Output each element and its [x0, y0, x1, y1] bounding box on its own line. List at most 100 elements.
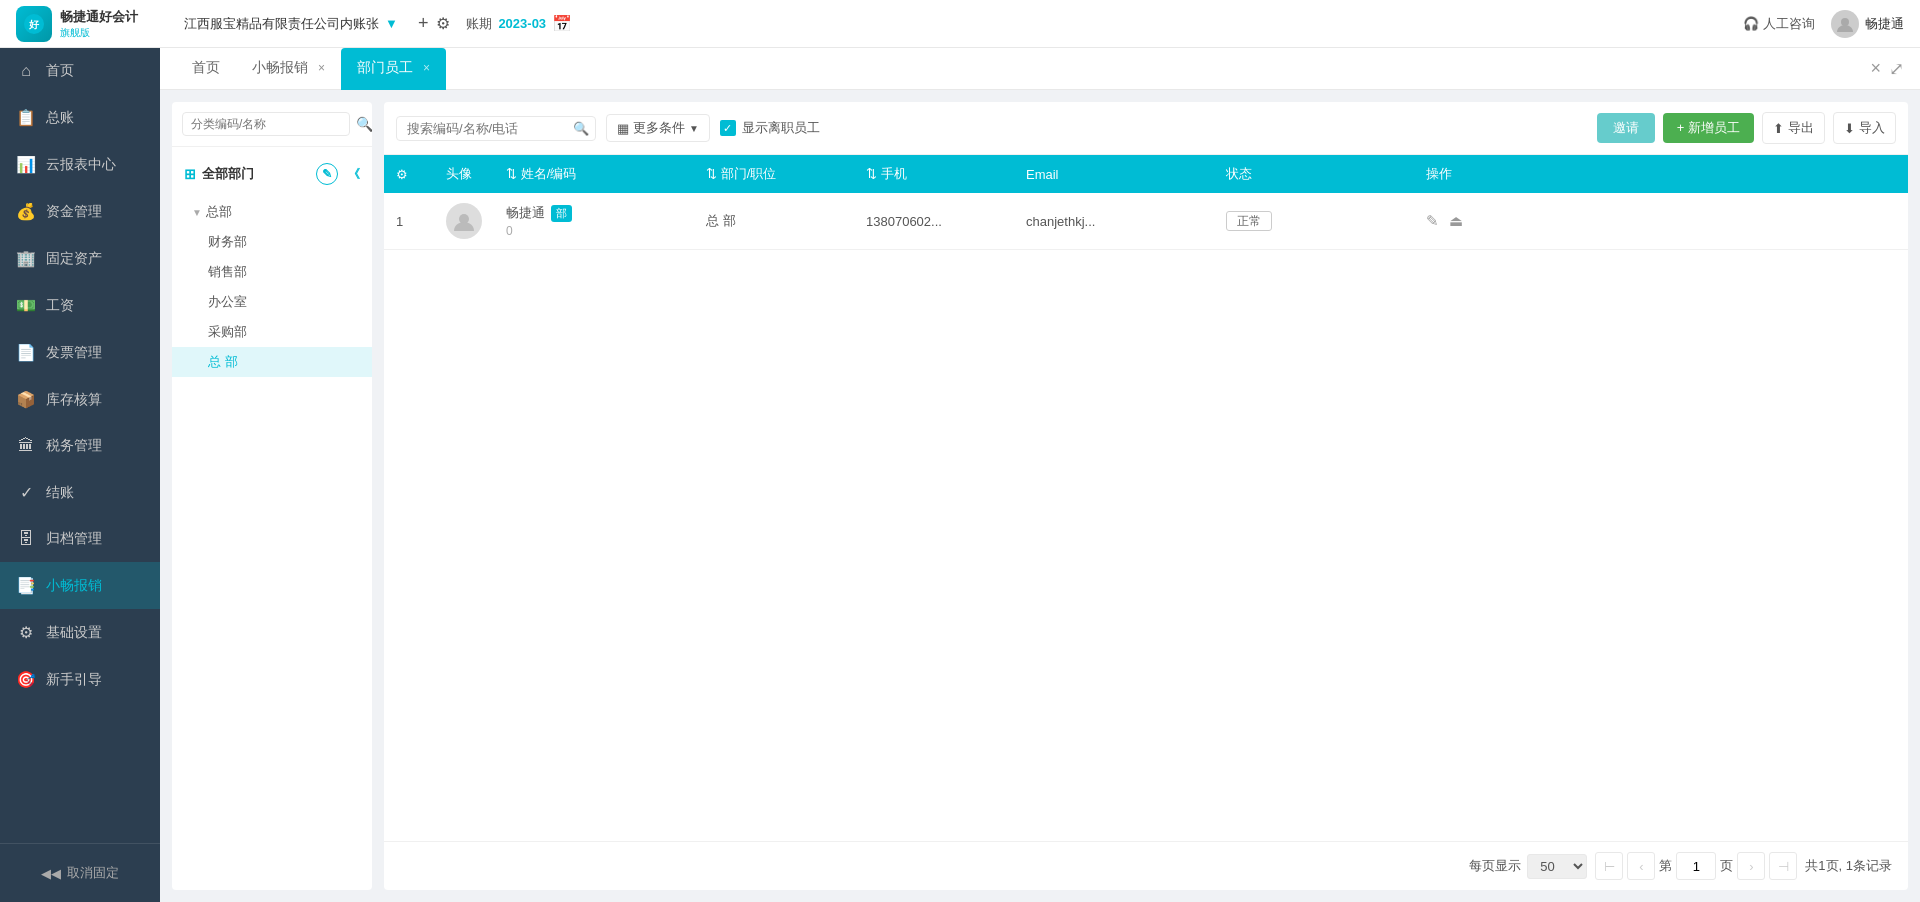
sidebar-item-guide[interactable]: 🎯 新手引导 — [0, 656, 160, 703]
search-input[interactable] — [407, 121, 567, 136]
filter-btn[interactable]: ▦ 更多条件 ▼ — [606, 114, 710, 142]
settings-icon[interactable]: ⚙ — [436, 14, 450, 33]
add-book-icon[interactable]: + — [418, 13, 429, 34]
sidebar-item-assets[interactable]: 🏢 固定资产 — [0, 235, 160, 282]
employee-dept: 总 部 — [706, 213, 736, 228]
sidebar-label-archive: 归档管理 — [46, 530, 102, 548]
export-icon: ⬆ — [1773, 121, 1784, 136]
sidebar-item-ledger[interactable]: 📋 总账 — [0, 94, 160, 141]
dept-child-office[interactable]: 办公室 — [172, 287, 372, 317]
col-phone[interactable]: ⇅ 手机 — [854, 155, 1014, 193]
col-action: 操作 — [1414, 155, 1908, 193]
user-menu[interactable]: 畅捷通 — [1831, 10, 1904, 38]
guide-icon: 🎯 — [16, 670, 36, 689]
right-panel: 🔍 ▦ 更多条件 ▼ ✓ 显示离职员工 邀请 + 新增员工 — [384, 102, 1908, 890]
tab-controls: × ⤢ — [1870, 58, 1904, 80]
page-input[interactable] — [1676, 852, 1716, 880]
sidebar-label-tax: 税务管理 — [46, 437, 102, 455]
sidebar-item-xiaochang[interactable]: 📑 小畅报销 — [0, 562, 160, 609]
tab-close-btn[interactable]: × — [1870, 58, 1881, 79]
sidebar-item-home[interactable]: ⌂ 首页 — [0, 48, 160, 94]
toolbar-right: 邀请 + 新增员工 ⬆ 导出 ⬇ 导入 — [1597, 112, 1896, 144]
resigned-checkbox[interactable]: ✓ — [720, 120, 736, 136]
col-dept[interactable]: ⇅ 部门/职位 — [694, 155, 854, 193]
per-page-select[interactable]: 50 10 20 100 — [1527, 854, 1587, 879]
ai-consult-btn[interactable]: 🎧 人工咨询 — [1743, 15, 1815, 33]
col-phone-label: 手机 — [881, 166, 907, 181]
cell-name: 畅捷通 部 0 — [494, 193, 694, 250]
left-arrow-icon: ◀◀ — [41, 866, 61, 881]
tab-home-label: 首页 — [192, 59, 220, 77]
first-page-btn[interactable]: ⊢ — [1595, 852, 1623, 880]
home-icon: ⌂ — [16, 62, 36, 80]
dept-child-general[interactable]: 总 部 — [172, 347, 372, 377]
archive-icon: 🗄 — [16, 530, 36, 548]
tab-home[interactable]: 首页 — [176, 48, 236, 90]
sidebar-label-capital: 资金管理 — [46, 203, 102, 221]
import-btn[interactable]: ⬇ 导入 — [1833, 112, 1896, 144]
sidebar-label-reports: 云报表中心 — [46, 156, 116, 174]
delete-employee-btn[interactable]: ⏏ — [1449, 212, 1463, 230]
tab-expand-btn[interactable]: ⤢ — [1889, 58, 1904, 80]
search-box: 🔍 — [396, 116, 596, 141]
left-panel: 🔍 ⊞ 全部部门 ✎ 《 ▼ 总部 财 — [172, 102, 372, 890]
sidebar-label-salary: 工资 — [46, 297, 74, 315]
sidebar-item-capital[interactable]: 💰 资金管理 — [0, 188, 160, 235]
sidebar-item-reports[interactable]: 📊 云报表中心 — [0, 141, 160, 188]
next-page-btn[interactable]: › — [1737, 852, 1765, 880]
table-row: 1 畅捷通 部 — [384, 193, 1908, 250]
employee-code: 0 — [506, 224, 682, 238]
dept-parent-general[interactable]: ▼ 总部 — [172, 197, 372, 227]
period-calendar-icon[interactable]: 📅 — [552, 14, 572, 33]
col-name-sort-icon: ⇅ — [506, 166, 517, 181]
dept-child-finance[interactable]: 财务部 — [172, 227, 372, 257]
assets-icon: 🏢 — [16, 249, 36, 268]
tab-xiaochang[interactable]: 小畅报销 × — [236, 48, 341, 90]
cancel-fixed-btn[interactable]: ◀◀ 取消固定 — [0, 854, 160, 892]
invite-btn[interactable]: 邀请 — [1597, 113, 1655, 143]
tab-dept-close[interactable]: × — [423, 61, 430, 75]
toolbar: 🔍 ▦ 更多条件 ▼ ✓ 显示离职员工 邀请 + 新增员工 — [384, 102, 1908, 155]
company-dropdown-icon: ▼ — [385, 16, 398, 31]
col-avatar-label: 头像 — [446, 166, 472, 181]
invoice-icon: 📄 — [16, 343, 36, 362]
show-resigned-label: 显示离职员工 — [742, 119, 820, 137]
employee-email: chanjethkj... — [1026, 214, 1095, 229]
sidebar-item-closing[interactable]: ✓ 结账 — [0, 469, 160, 516]
collapse-icon[interactable]: 《 — [348, 166, 360, 183]
sidebar-item-tax[interactable]: 🏛 税务管理 — [0, 423, 160, 469]
tab-xiaochang-close[interactable]: × — [318, 61, 325, 75]
last-page-btn[interactable]: ⊣ — [1769, 852, 1797, 880]
settings-col-icon[interactable]: ⚙ — [396, 167, 408, 182]
sidebar-item-archive[interactable]: 🗄 归档管理 — [0, 516, 160, 562]
prev-page-btn[interactable]: ‹ — [1627, 852, 1655, 880]
per-page-selector: 每页显示 50 10 20 100 — [1469, 854, 1587, 879]
tab-dept[interactable]: 部门员工 × — [341, 48, 446, 90]
sidebar-item-invoice[interactable]: 📄 发票管理 — [0, 329, 160, 376]
search-icon[interactable]: 🔍 — [573, 121, 589, 136]
dept-label-finance: 财务部 — [208, 233, 247, 251]
dept-search-icon[interactable]: 🔍 — [356, 116, 372, 132]
dept-child-purchase[interactable]: 采购部 — [172, 317, 372, 347]
show-resigned[interactable]: ✓ 显示离职员工 — [720, 119, 820, 137]
edit-dept-btn[interactable]: ✎ — [316, 163, 338, 185]
col-name[interactable]: ⇅ 姓名/编码 — [494, 155, 694, 193]
period-label: 账期 — [466, 15, 492, 33]
sidebar-item-inventory[interactable]: 📦 库存核算 — [0, 376, 160, 423]
sidebar-item-settings[interactable]: ⚙ 基础设置 — [0, 609, 160, 656]
export-btn[interactable]: ⬆ 导出 — [1762, 112, 1825, 144]
add-employee-btn[interactable]: + 新增员工 — [1663, 113, 1754, 143]
col-name-label: 姓名/编码 — [521, 166, 577, 181]
all-dept-item[interactable]: ⊞ 全部部门 ✎ 《 — [172, 155, 372, 193]
edit-employee-btn[interactable]: ✎ — [1426, 212, 1439, 230]
dept-child-sales[interactable]: 销售部 — [172, 257, 372, 287]
next-page-icon: › — [1749, 859, 1753, 874]
sidebar-item-salary[interactable]: 💵 工资 — [0, 282, 160, 329]
first-page-icon: ⊢ — [1604, 859, 1615, 874]
dept-search-input[interactable] — [182, 112, 350, 136]
company-selector[interactable]: 江西服宝精品有限责任公司内账张 ▼ — [176, 11, 406, 37]
sidebar-label-settings: 基础设置 — [46, 624, 102, 642]
col-phone-sort-icon: ⇅ — [866, 166, 877, 181]
dept-label-general: 总 部 — [208, 353, 238, 371]
settings-nav-icon: ⚙ — [16, 623, 36, 642]
